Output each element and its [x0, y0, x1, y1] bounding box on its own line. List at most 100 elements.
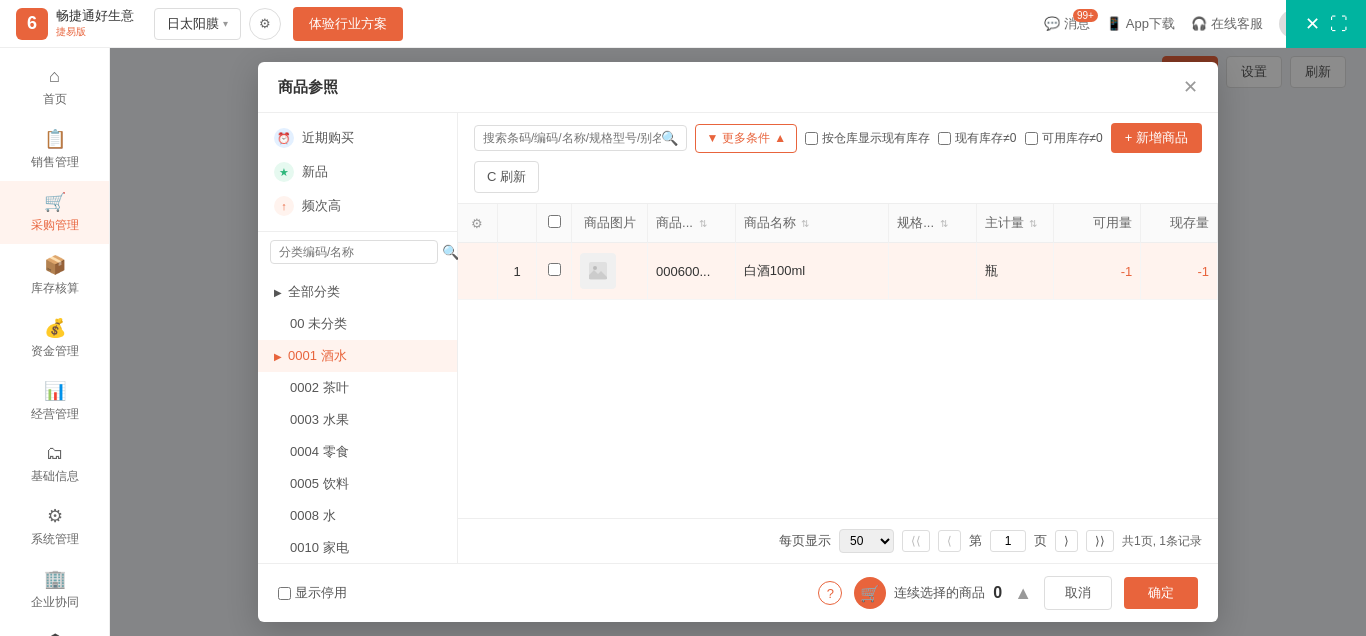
select-all-checkbox[interactable]	[548, 215, 561, 228]
maximize-icon[interactable]: ⛶	[1330, 14, 1348, 35]
cancel-button[interactable]: 取消	[1044, 576, 1112, 610]
checkbox-nonzero-stock[interactable]: 现有库存≠0	[938, 130, 1016, 147]
quick-filter-new[interactable]: ★ 新品	[258, 155, 457, 189]
table-col-code[interactable]: 商品... ⇅	[648, 204, 736, 243]
warehouse-stock-checkbox[interactable]	[805, 132, 818, 145]
category-search-button[interactable]: 🔍	[442, 244, 459, 260]
collapse-icon[interactable]: ▲	[1014, 583, 1032, 604]
category-item-0008[interactable]: 0008 水	[258, 500, 457, 532]
table-row[interactable]: 1	[458, 243, 1218, 300]
row-checkbox[interactable]	[548, 263, 561, 276]
chevron-down-icon: ▾	[223, 18, 228, 29]
page-size-select[interactable]: 50 10 20 100	[839, 529, 894, 553]
sort-icon: ⇅	[801, 218, 809, 229]
teal-accent-area: ✕ ⛶	[1286, 0, 1366, 48]
confirm-button[interactable]: 确定	[1124, 577, 1198, 609]
close-icon[interactable]: ✕	[1305, 13, 1320, 35]
row-unit: 瓶	[976, 243, 1053, 300]
svg-point-1	[593, 266, 597, 270]
sidebar-item-capital[interactable]: 💰 资金管理	[0, 307, 109, 370]
product-table: ⚙ 商品图片	[458, 204, 1218, 300]
logo-sub: 捷易版	[56, 25, 134, 39]
table-col-spec[interactable]: 规格... ⇅	[889, 204, 977, 243]
modal-body: ⏰ 近期购买 ★ 新品 ↑ 频次高	[258, 113, 1218, 563]
row-avail: -1	[1053, 243, 1141, 300]
checkbox-avail-stock[interactable]: 可用库存≠0	[1025, 130, 1103, 147]
online-service-nav-item[interactable]: 🎧 在线客服	[1191, 15, 1263, 33]
filter-icon: ▼	[706, 131, 718, 145]
store-selector[interactable]: 日太阳膜 ▾	[154, 8, 241, 40]
row-img	[572, 243, 648, 300]
sidebar-item-basic[interactable]: 🗂 基础信息	[0, 433, 109, 495]
product-image	[580, 253, 616, 289]
sort-icon: ⇅	[1029, 218, 1037, 229]
category-item-0010[interactable]: 0010 家电	[258, 532, 457, 555]
product-search-input[interactable]	[483, 131, 661, 145]
avail-stock-checkbox[interactable]	[1025, 132, 1038, 145]
category-item-0003[interactable]: 0003 水果	[258, 404, 457, 436]
row-check[interactable]	[537, 243, 572, 300]
prev-page-button[interactable]: ⟨	[938, 530, 961, 552]
modal-header: 商品参照 ✕	[258, 62, 1218, 113]
clock-icon: ⏰	[274, 128, 294, 148]
main-layout: ⌂ 首页 📋 销售管理 🛒 采购管理 📦 库存核算 💰 资金管理 📊 经营管理 …	[0, 48, 1366, 636]
table-col-unit[interactable]: 主计量 ⇅	[976, 204, 1053, 243]
show-disabled-checkbox[interactable]	[278, 587, 291, 600]
page-number-input[interactable]	[990, 530, 1026, 552]
active-caret-icon: ▶	[274, 351, 282, 362]
search-bar: 🔍	[474, 125, 687, 151]
app-download-nav-item[interactable]: 📱 App下载	[1106, 15, 1175, 33]
messages-nav-item[interactable]: 💬 消息 99+	[1044, 15, 1090, 33]
search-icon[interactable]: 🔍	[661, 130, 678, 146]
modal-close-button[interactable]: ✕	[1183, 76, 1198, 98]
business-icon: 📊	[44, 380, 66, 402]
footer-right: ? 🛒 连续选择的商品 0 ▲ 取消 确定	[818, 576, 1198, 610]
sidebar-item-inventory[interactable]: 📦 库存核算	[0, 244, 109, 307]
category-item-all[interactable]: ▶ 全部分类	[258, 276, 457, 308]
right-panel: 🔍 ▼ 更多条件 ▲ 按仓库显示现有库存	[458, 113, 1218, 563]
first-page-button[interactable]: ⟨⟨	[902, 530, 930, 552]
nonzero-stock-checkbox[interactable]	[938, 132, 951, 145]
sidebar-item-business[interactable]: 📊 经营管理	[0, 370, 109, 433]
help-icon[interactable]: ?	[818, 581, 842, 605]
checkbox-warehouse-stock[interactable]: 按仓库显示现有库存	[805, 130, 930, 147]
left-panel: ⏰ 近期购买 ★ 新品 ↑ 频次高	[258, 113, 458, 563]
message-icon: 💬	[1044, 16, 1060, 31]
sidebar-item-home[interactable]: ⌂ 首页	[0, 56, 109, 118]
system-icon: ⚙	[47, 505, 63, 527]
next-page-button[interactable]: ⟩	[1055, 530, 1078, 552]
table-col-name[interactable]: 商品名称 ⇅	[735, 204, 888, 243]
product-table-wrap: ⚙ 商品图片	[458, 204, 1218, 518]
try-industry-button[interactable]: 体验行业方案	[293, 7, 403, 41]
category-item-00[interactable]: 00 未分类	[258, 308, 457, 340]
table-col-img: 商品图片	[572, 204, 648, 243]
product-reference-modal: 商品参照 ✕ ⏰ 近期购买 ★	[258, 62, 1218, 622]
category-item-0005[interactable]: 0005 饮料	[258, 468, 457, 500]
quick-filter-recent[interactable]: ⏰ 近期购买	[258, 121, 457, 155]
table-col-settings[interactable]: ⚙	[458, 204, 497, 243]
last-page-button[interactable]: ⟩⟩	[1086, 530, 1114, 552]
messages-badge: 99+	[1073, 9, 1098, 22]
more-filter-button[interactable]: ▼ 更多条件 ▲	[695, 124, 797, 153]
logo-area: 6 畅捷通好生意 捷易版	[16, 8, 134, 40]
add-product-button[interactable]: + 新增商品	[1111, 123, 1202, 153]
category-item-0001[interactable]: ▶ 0001 酒水	[258, 340, 457, 372]
row-spec	[889, 243, 977, 300]
chevron-up-icon: ▲	[774, 131, 786, 145]
refresh-button[interactable]: C 刷新	[474, 161, 539, 193]
table-col-check	[537, 204, 572, 243]
table-col-avail: 可用量	[1053, 204, 1141, 243]
sidebar-item-enterprise[interactable]: 🏢 企业协同	[0, 558, 109, 621]
sidebar-item-system[interactable]: ⚙ 系统管理	[0, 495, 109, 558]
settings-icon[interactable]: ⚙	[249, 8, 281, 40]
headset-icon: 🎧	[1191, 16, 1207, 31]
category-item-0002[interactable]: 0002 茶叶	[258, 372, 457, 404]
show-disabled-checkbox-area[interactable]: 显示停用	[278, 584, 347, 602]
category-search-input[interactable]	[270, 240, 438, 264]
sidebar-item-sales[interactable]: 📋 销售管理	[0, 118, 109, 181]
category-item-0004[interactable]: 0004 零食	[258, 436, 457, 468]
sidebar-item-newbie[interactable]: 🎓 新手引导	[0, 621, 109, 636]
quick-filter-frequent[interactable]: ↑ 频次高	[258, 189, 457, 223]
sidebar-item-purchase[interactable]: 🛒 采购管理	[0, 181, 109, 244]
top-navbar: 6 畅捷通好生意 捷易版 日太阳膜 ▾ ⚙ 体验行业方案 💬 消息 99+ 📱 …	[0, 0, 1366, 48]
